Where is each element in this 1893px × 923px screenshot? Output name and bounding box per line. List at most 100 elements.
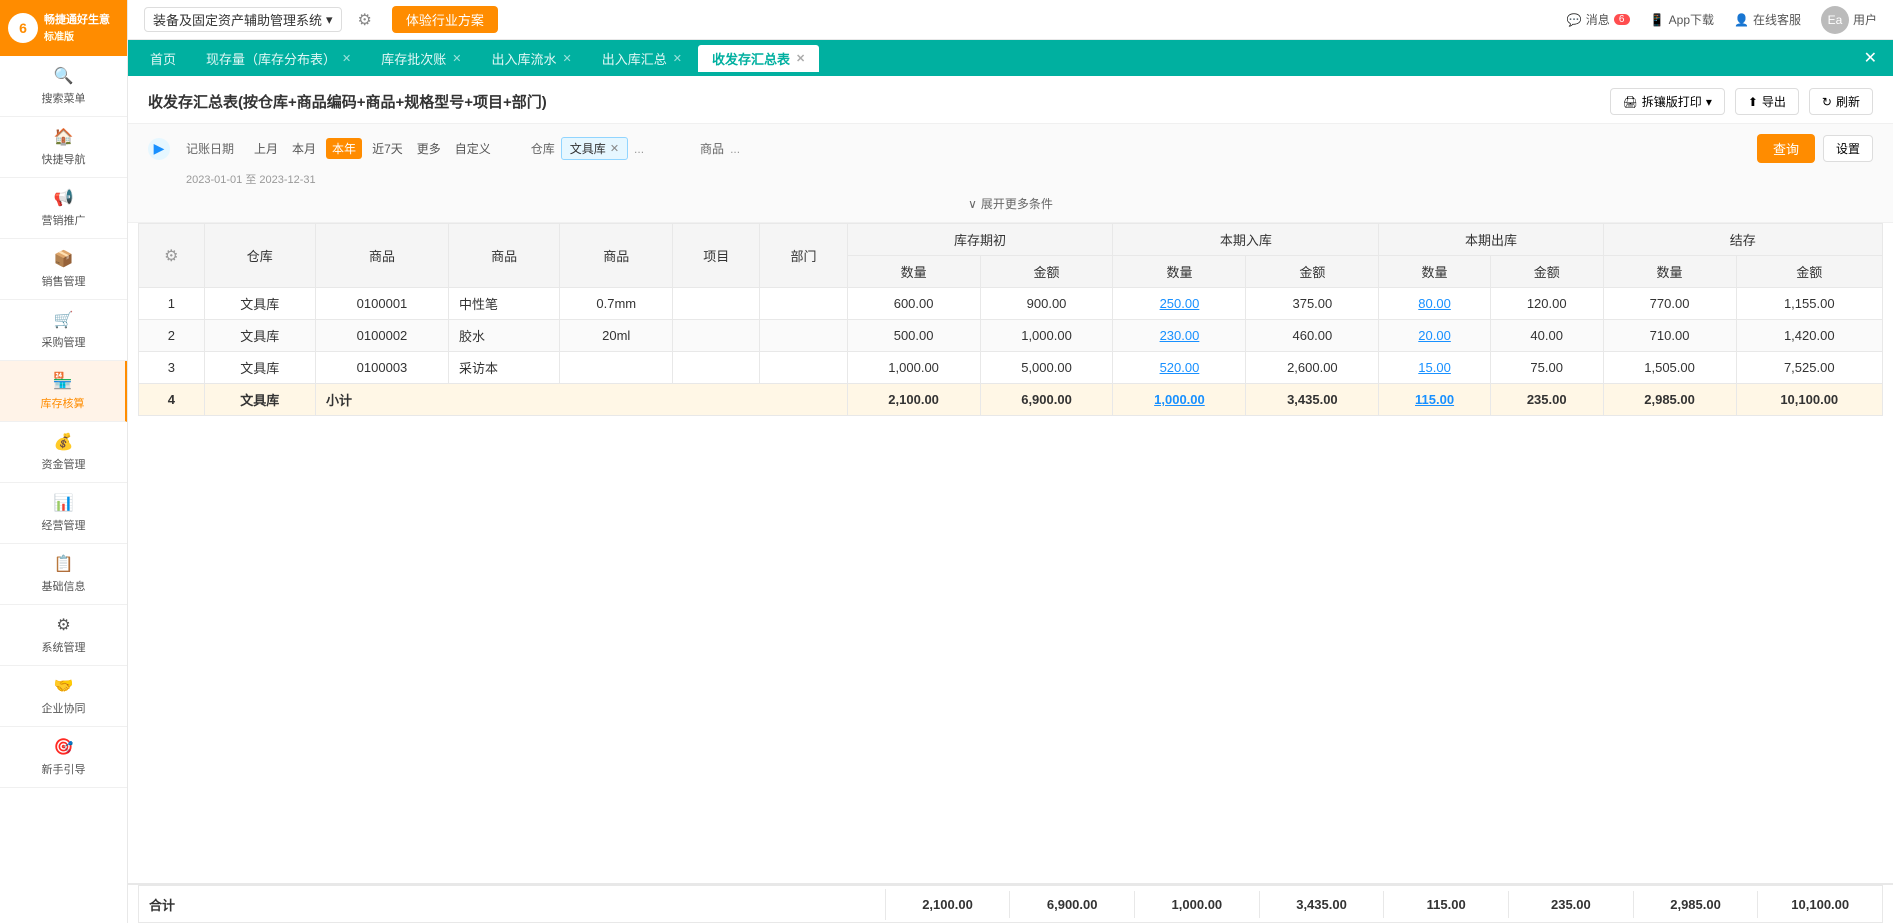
- user-item[interactable]: Ea 用户: [1821, 6, 1877, 34]
- date-option-this-month[interactable]: 本月: [288, 138, 320, 159]
- sidebar-item-sales[interactable]: 📦销售管理: [0, 239, 127, 300]
- warehouse-more-btn[interactable]: ...: [634, 142, 644, 156]
- sidebar-item-newbie[interactable]: 🎯新手引导: [0, 727, 127, 788]
- row-warehouse: 文具库: [204, 320, 315, 352]
- tab-close-stock-distribution[interactable]: ✕: [342, 52, 351, 65]
- row-goods-code: 0100001: [316, 288, 449, 320]
- filter-row-1: ▶ 记账日期 上月 本月 本年 近7天 更多 自定义 仓库 文具库 ✕ ...: [148, 134, 1873, 163]
- online-service-item[interactable]: 👤 在线客服: [1734, 11, 1801, 28]
- system-selector[interactable]: 装备及固定资产辅助管理系统 ▾: [144, 7, 342, 32]
- tab-close-inout-flow[interactable]: ✕: [563, 52, 572, 65]
- date-option-custom[interactable]: 自定义: [451, 138, 495, 159]
- close-all-tabs-icon[interactable]: ✕: [1856, 48, 1885, 68]
- tab-close-recv-send-summary[interactable]: ✕: [796, 52, 805, 65]
- row-in-amount: 2,600.00: [1246, 352, 1379, 384]
- tab-inout-summary[interactable]: 出入库汇总✕: [588, 45, 696, 72]
- row-closing-amount: 1,420.00: [1736, 320, 1882, 352]
- table-footer: 合计 2,100.00 6,900.00 1,000.00 3,435.00 1…: [128, 883, 1893, 923]
- row-in-qty[interactable]: 250.00: [1113, 288, 1246, 320]
- tab-close-inout-summary[interactable]: ✕: [673, 52, 682, 65]
- system-icon: ⚙: [56, 615, 70, 635]
- footer-closing-amount: 10,100.00: [1758, 891, 1882, 918]
- date-option-this-year[interactable]: 本年: [326, 138, 362, 159]
- sidebar-item-inventory[interactable]: 🏪库存核算: [0, 361, 127, 422]
- sidebar-item-enterprise[interactable]: 🤝企业协同: [0, 666, 127, 727]
- col-opening-header: 库存期初: [847, 224, 1113, 256]
- date-option-7days[interactable]: 近7天: [368, 138, 407, 159]
- row-out-qty[interactable]: 20.00: [1379, 320, 1490, 352]
- sidebar-item-marketing[interactable]: 📢营销推广: [0, 178, 127, 239]
- col-in-amount-header: 金额: [1246, 256, 1379, 288]
- warehouse-tag-close-icon[interactable]: ✕: [610, 142, 619, 155]
- table-body: 1 文具库 0100001 中性笔 0.7mm 600.00 900.00 25…: [139, 288, 1883, 416]
- print-button[interactable]: 🖨 拆镶版打印 ▾: [1610, 88, 1725, 115]
- experience-btn[interactable]: 体验行业方案: [392, 6, 498, 33]
- warehouse-tag-text: 文具库: [570, 140, 606, 157]
- refresh-icon: ↻: [1822, 95, 1832, 109]
- chevron-down-icon: ▾: [326, 12, 333, 28]
- message-badge: 6: [1614, 14, 1630, 25]
- row-out-qty[interactable]: 15.00: [1379, 352, 1490, 384]
- sidebar-item-finance[interactable]: 💰资金管理: [0, 422, 127, 483]
- export-button[interactable]: ⬆ 导出: [1735, 88, 1799, 115]
- row-opening-qty: 600.00: [847, 288, 980, 320]
- expand-more-button[interactable]: ∨ 展开更多条件: [968, 195, 1053, 212]
- inventory-icon: 🏪: [53, 371, 73, 391]
- subtotal-out-amount: 235.00: [1490, 384, 1603, 416]
- goods-filter: 商品 ...: [700, 140, 740, 157]
- sidebar-item-search[interactable]: 🔍搜索菜单: [0, 56, 127, 117]
- user-label: 用户: [1853, 11, 1877, 28]
- sidebar-item-system[interactable]: ⚙系统管理: [0, 605, 127, 666]
- goods-more-btn[interactable]: ...: [730, 142, 740, 156]
- tab-recv-send-summary[interactable]: 收发存汇总表✕: [698, 45, 819, 72]
- settings-small-button[interactable]: 设置: [1823, 135, 1873, 162]
- goods-label: 商品: [700, 140, 724, 157]
- tab-inout-flow[interactable]: 出入库流水 ✕: [477, 45, 585, 72]
- tab-close-batch-ledger[interactable]: ✕: [452, 52, 461, 65]
- date-option-last-month[interactable]: 上月: [250, 138, 282, 159]
- logo-badge: 标准版: [44, 28, 110, 43]
- tab-batch-ledger[interactable]: 库存批次账✕: [367, 45, 475, 72]
- query-button[interactable]: 查询: [1757, 134, 1815, 163]
- subtotal-out-qty[interactable]: 115.00: [1379, 384, 1490, 416]
- col-settings-header[interactable]: ⚙: [139, 224, 205, 288]
- sidebar-item-basic-info[interactable]: 📋基础信息: [0, 544, 127, 605]
- row-closing-qty: 770.00: [1603, 288, 1736, 320]
- row-department: [760, 288, 847, 320]
- tab-label-home: 首页: [150, 49, 176, 68]
- footer-opening-amount: 6,900.00: [1010, 891, 1135, 918]
- sidebar-item-operations[interactable]: 📊经营管理: [0, 483, 127, 544]
- subtotal-in-qty[interactable]: 1,000.00: [1113, 384, 1246, 416]
- filter-expand-button[interactable]: ▶: [148, 138, 170, 160]
- tabbar: 首页现存量（库存分布表）✕库存批次账✕出入库流水✕出入库汇总✕收发存汇总表✕ ✕: [128, 40, 1893, 76]
- newbie-label: 新手引导: [42, 761, 86, 777]
- col-in-qty-header: 数量: [1113, 256, 1246, 288]
- sidebar-item-quick-nav[interactable]: 🏠快捷导航: [0, 117, 127, 178]
- row-in-qty[interactable]: 520.00: [1113, 352, 1246, 384]
- gear-icon[interactable]: ⚙: [358, 10, 372, 30]
- tab-home[interactable]: 首页: [136, 45, 190, 72]
- tab-stock-distribution[interactable]: 现存量（库存分布表） ✕: [192, 45, 365, 72]
- row-in-qty[interactable]: 230.00: [1113, 320, 1246, 352]
- enterprise-label: 企业协同: [42, 700, 86, 716]
- tab-label-inout-flow: 出入库流水: [491, 49, 556, 68]
- col-out-amount-header: 金额: [1490, 256, 1603, 288]
- row-out-qty[interactable]: 80.00: [1379, 288, 1490, 320]
- row-department: [760, 352, 847, 384]
- basic-info-icon: 📋: [54, 554, 74, 574]
- app-download-item[interactable]: 📱 App下载: [1650, 11, 1714, 28]
- export-label: 导出: [1762, 93, 1786, 110]
- message-item[interactable]: 💬 消息 6: [1567, 11, 1630, 28]
- filter-row-date-range: 2023-01-01 至 2023-12-31: [148, 171, 1873, 187]
- refresh-button[interactable]: ↻ 刷新: [1809, 88, 1873, 115]
- row-no: 3: [139, 352, 205, 384]
- row-closing-qty: 710.00: [1603, 320, 1736, 352]
- row-department: [760, 320, 847, 352]
- date-option-more[interactable]: 更多: [413, 138, 445, 159]
- subtotal-closing-amount: 10,100.00: [1736, 384, 1882, 416]
- settings-icon[interactable]: ⚙: [164, 248, 178, 265]
- refresh-label: 刷新: [1836, 93, 1860, 110]
- tab-label-stock-distribution: 现存量（库存分布表）: [206, 49, 336, 68]
- sidebar-item-purchase[interactable]: 🛒采购管理: [0, 300, 127, 361]
- chevron-print-icon: ▾: [1706, 95, 1712, 109]
